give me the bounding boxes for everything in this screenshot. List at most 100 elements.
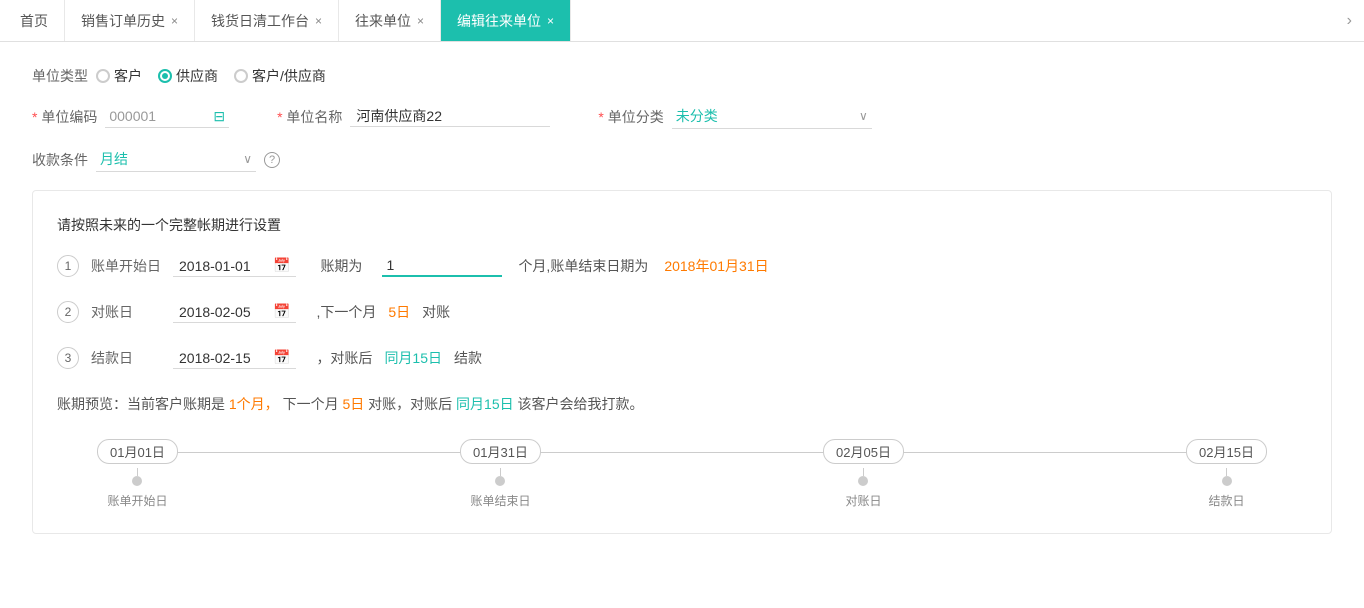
timeline-date-0: 01月01日: [97, 439, 178, 464]
radio-customer-circle: [96, 69, 110, 83]
timeline-container: 01月01日 账单开始日 01月31日 账单结束日 02月05日 对账日: [57, 439, 1307, 509]
unit-info-row: 单位编码 ⊟ 单位名称 单位分类 未分类 ∨: [32, 104, 1332, 129]
tab-sales-history[interactable]: 销售订单历史 ×: [65, 0, 195, 41]
payment-terms-value: 月结: [100, 149, 239, 169]
preview-suffix: 该客户会给我打款。: [518, 396, 644, 412]
tab-edit-partner[interactable]: 编辑往来单位 ×: [441, 0, 571, 41]
step-highlight-3: 同月15日: [384, 348, 442, 368]
step-date-1: 📅: [173, 255, 296, 277]
tab-partner[interactable]: 往来单位 ×: [339, 0, 441, 41]
timeline-label-2: 对账日: [845, 492, 881, 509]
step-num-1: 1: [57, 255, 79, 277]
step-cal-icon-1[interactable]: 📅: [273, 257, 290, 274]
tab-expand-button[interactable]: ›: [1335, 12, 1364, 30]
step-date-input-2[interactable]: [179, 304, 269, 320]
unit-name-group: 单位名称: [277, 106, 550, 127]
unit-category-dropdown[interactable]: 未分类 ∨: [672, 104, 872, 129]
payment-terms-group: 收款条件 月结 ∨ ?: [32, 147, 280, 172]
step-num-2: 2: [57, 301, 79, 323]
step-period-input[interactable]: [382, 255, 502, 277]
unit-type-group: 单位类型 客户 供应商 客户/供应商: [32, 66, 326, 86]
timeline-items: 01月01日 账单开始日 01月31日 账单结束日 02月05日 对账日: [97, 439, 1267, 509]
timeline-item-0: 01月01日 账单开始日: [97, 439, 178, 509]
main-content: 单位类型 客户 供应商 客户/供应商 单位编码: [0, 42, 1364, 608]
radio-customer-label: 客户: [114, 66, 142, 86]
step-date-2: 📅: [173, 301, 296, 323]
unit-category-label: 单位分类: [598, 107, 663, 127]
tab-sales-history-label: 销售订单历史: [81, 11, 165, 31]
tab-cash-work[interactable]: 钱货日清工作台 ×: [195, 0, 339, 41]
radio-supplier[interactable]: 供应商: [158, 66, 218, 86]
preview-period: 1个月，: [229, 396, 279, 412]
radio-both-circle: [234, 69, 248, 83]
unit-type-radios: 客户 供应商 客户/供应商: [96, 66, 326, 86]
unit-category-value: 未分类: [676, 106, 855, 126]
help-icon[interactable]: ?: [264, 152, 280, 168]
preview-mid2: 对账，对账后: [368, 396, 452, 412]
preview-text: 账期预览：当前客户账期是 1个月， 下一个月 5日 对账，对账后 同月15日 该…: [57, 393, 1307, 415]
step-num-3: 3: [57, 347, 79, 369]
timeline-label-1: 账单结束日: [470, 492, 530, 509]
step-mid-text-1: 账期为: [320, 256, 362, 276]
settings-card: 请按照未来的一个完整帐期进行设置 1 账单开始日 📅 账期为 个月,账单结束日期…: [32, 190, 1332, 534]
tab-partner-close[interactable]: ×: [417, 14, 424, 28]
payment-terms-label: 收款条件: [32, 150, 88, 170]
unit-type-row: 单位类型 客户 供应商 客户/供应商: [32, 66, 1332, 86]
timeline-date-1: 01月31日: [460, 439, 541, 464]
timeline-label-3: 结款日: [1209, 492, 1245, 509]
timeline-item-1: 01月31日 账单结束日: [460, 439, 541, 509]
step-date-input-3[interactable]: [179, 350, 269, 366]
step-date-3: 📅: [173, 347, 296, 369]
preview-mid: 下一个月: [283, 396, 339, 412]
unit-category-arrow: ∨: [859, 109, 868, 123]
tab-partner-label: 往来单位: [355, 11, 411, 31]
unit-name-label: 单位名称: [277, 107, 342, 127]
step-date-input-1[interactable]: [179, 258, 269, 274]
step-suffix-before-3: ，对账后: [316, 348, 372, 368]
radio-both[interactable]: 客户/供应商: [234, 66, 326, 86]
radio-both-label: 客户/供应商: [252, 66, 326, 86]
radio-supplier-circle: [158, 69, 172, 83]
preview-prefix: 账期预览：当前客户账期是: [57, 396, 225, 412]
timeline-label-0: 账单开始日: [107, 492, 167, 509]
step-suffix-after-2: 对账: [422, 302, 450, 322]
unit-code-icon[interactable]: ⊟: [213, 108, 225, 125]
step-suffix-before-2: ,下一个月: [316, 302, 376, 322]
tabs-bar: 首页 销售订单历史 × 钱货日清工作台 × 往来单位 × 编辑往来单位 × ›: [0, 0, 1364, 42]
unit-code-input-wrap: ⊟: [105, 106, 229, 128]
unit-code-label: 单位编码: [32, 107, 97, 127]
tab-sales-history-close[interactable]: ×: [171, 14, 178, 28]
payment-terms-arrow: ∨: [243, 152, 252, 166]
timeline-item-2: 02月05日 对账日: [823, 439, 904, 509]
tab-cash-work-close[interactable]: ×: [315, 14, 322, 28]
radio-customer[interactable]: 客户: [96, 66, 142, 86]
preview-payment: 同月15日: [456, 396, 514, 412]
timeline-date-2: 02月05日: [823, 439, 904, 464]
step-label-2: 对账日: [91, 302, 161, 322]
step-row-1: 1 账单开始日 📅 账期为 个月,账单结束日期为 2018年01月31日: [57, 255, 1307, 277]
payment-terms-dropdown[interactable]: 月结 ∨: [96, 147, 256, 172]
step-row-2: 2 对账日 📅 ,下一个月 5日 对账: [57, 301, 1307, 323]
tab-edit-partner-label: 编辑往来单位: [457, 11, 541, 31]
tab-home-label: 首页: [20, 11, 48, 31]
tab-home[interactable]: 首页: [0, 0, 65, 41]
step-suffix-1: 个月,账单结束日期为: [518, 256, 648, 276]
timeline-item-3: 02月15日 结款日: [1186, 439, 1267, 509]
unit-code-group: 单位编码 ⊟: [32, 106, 229, 128]
unit-code-input[interactable]: [109, 108, 209, 124]
step-suffix-after-3: 结款: [454, 348, 482, 368]
step-cal-icon-2[interactable]: 📅: [273, 303, 290, 320]
step-cal-icon-3[interactable]: 📅: [273, 349, 290, 366]
step-highlight-2: 5日: [388, 302, 410, 322]
unit-category-group: 单位分类 未分类 ∨: [598, 104, 871, 129]
timeline-date-3: 02月15日: [1186, 439, 1267, 464]
radio-supplier-label: 供应商: [176, 66, 218, 86]
unit-type-label: 单位类型: [32, 66, 88, 86]
tab-cash-work-label: 钱货日清工作台: [211, 11, 309, 31]
tab-edit-partner-close[interactable]: ×: [547, 14, 554, 28]
card-title: 请按照未来的一个完整帐期进行设置: [57, 215, 1307, 235]
step-end-date-1: 2018年01月31日: [664, 256, 768, 276]
step-label-3: 结款日: [91, 348, 161, 368]
step-row-3: 3 结款日 📅 ，对账后 同月15日 结款: [57, 347, 1307, 369]
unit-name-input[interactable]: [350, 106, 550, 127]
